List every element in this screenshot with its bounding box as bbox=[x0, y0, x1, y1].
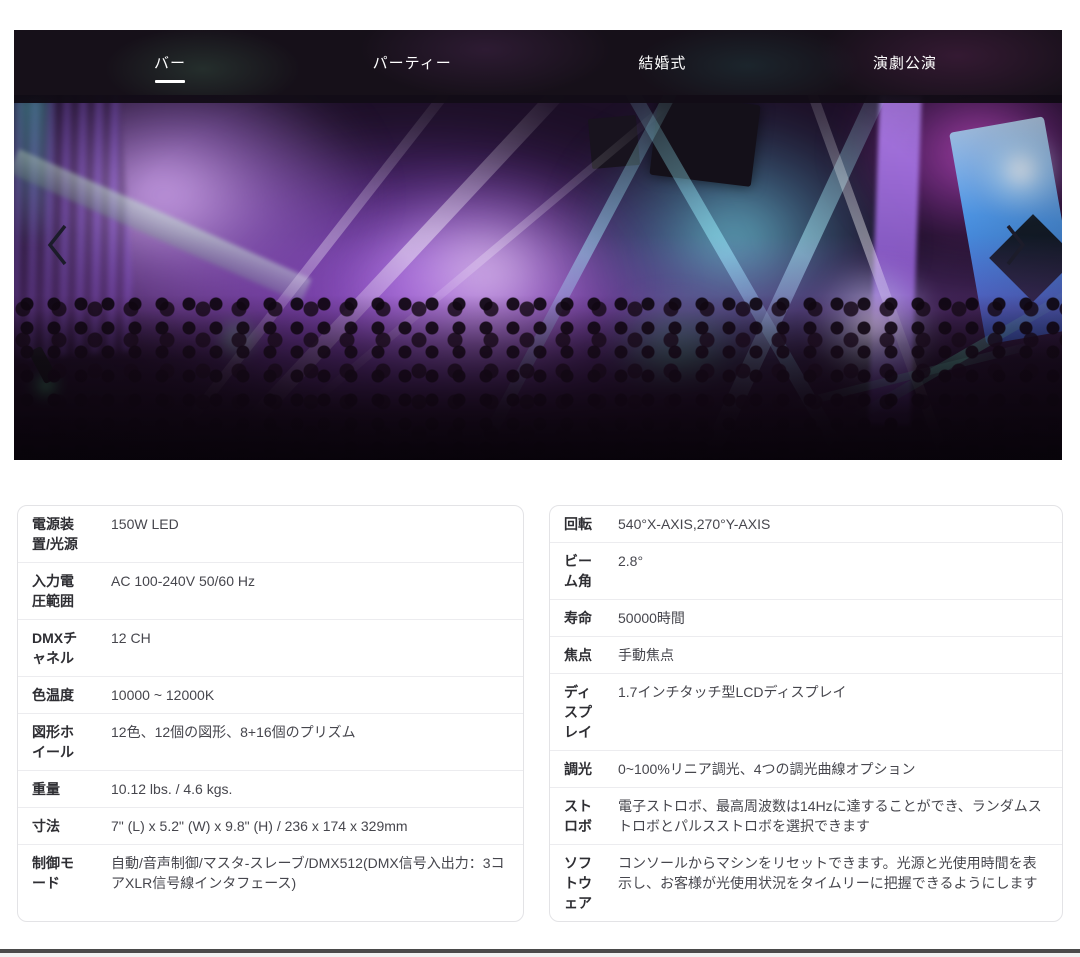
spec-value: 150W LED bbox=[111, 514, 509, 554]
spec-tables: 電源装置/光源 150W LED 入力電圧範囲 AC 100-240V 50/6… bbox=[17, 505, 1063, 922]
spec-value: コンソールからマシンをリセットできます。光源と光使用時間を表示し、お客様が光使用… bbox=[618, 853, 1048, 913]
spec-label: ディスプレイ bbox=[564, 682, 600, 742]
spec-label: 焦点 bbox=[564, 645, 600, 665]
spec-value: 50000時間 bbox=[618, 608, 1048, 628]
page-bottom-divider bbox=[0, 949, 1080, 953]
spec-label: 調光 bbox=[564, 759, 600, 779]
spec-label: 重量 bbox=[32, 779, 84, 799]
spec-value: 12色、12個の図形、8+16個のプリズム bbox=[111, 722, 509, 762]
category-tab-bar: バー パーティー 結婚式 演劇公演 bbox=[14, 30, 1062, 95]
vignette bbox=[14, 95, 1062, 460]
chevron-left-icon bbox=[46, 223, 70, 267]
spec-row-control-mode: 制御モード 自動/音声制御/マスタ-スレーブ/DMX512(DMX信号入出力：3… bbox=[18, 844, 523, 901]
spec-label: 電源装置/光源 bbox=[32, 514, 84, 554]
tab-label: 演劇公演 bbox=[873, 52, 937, 73]
spec-value: 2.8° bbox=[618, 551, 1048, 591]
spec-label: 回転 bbox=[564, 514, 600, 534]
spec-value: 自動/音声制御/マスタ-スレーブ/DMX512(DMX信号入出力：3コアXLR信… bbox=[111, 853, 509, 893]
active-tab-underline bbox=[155, 80, 185, 83]
spec-label: DMXチャネル bbox=[32, 628, 84, 668]
specs-table-left: 電源装置/光源 150W LED 入力電圧範囲 AC 100-240V 50/6… bbox=[17, 505, 524, 922]
chevron-right-icon bbox=[1003, 223, 1027, 267]
tab-label: 結婚式 bbox=[638, 52, 686, 73]
spec-label: 色温度 bbox=[32, 685, 84, 705]
spec-row-dmx-channels: DMXチャネル 12 CH bbox=[18, 619, 523, 676]
spec-value: 10.12 lbs. / 4.6 kgs. bbox=[111, 779, 509, 799]
carousel-prev-button[interactable] bbox=[45, 222, 71, 268]
spec-value: 電子ストロボ、最高周波数は14Hzに達することができ、ランダムストロボとパルスス… bbox=[618, 796, 1048, 836]
tab-party[interactable]: パーティー bbox=[373, 42, 452, 83]
spec-value: 10000 ~ 12000K bbox=[111, 685, 509, 705]
hero-carousel-image bbox=[14, 95, 1062, 460]
spec-value: 1.7インチタッチ型LCDディスプレイ bbox=[618, 682, 1048, 742]
spec-value: 7" (L) x 5.2" (W) x 9.8" (H) / 236 x 174… bbox=[111, 816, 509, 836]
tab-label: バー bbox=[154, 52, 186, 73]
spec-value: 手動焦点 bbox=[618, 645, 1048, 665]
spec-row-gobo-wheel: 図形ホイール 12色、12個の図形、8+16個のプリズム bbox=[18, 713, 523, 770]
spec-row-color-temperature: 色温度 10000 ~ 12000K bbox=[18, 676, 523, 713]
spec-row-weight: 重量 10.12 lbs. / 4.6 kgs. bbox=[18, 770, 523, 807]
spec-row-software: ソフトウェア コンソールからマシンをリセットできます。光源と光使用時間を表示し、… bbox=[550, 844, 1062, 921]
specs-table-right: 回転 540°X-AXIS,270°Y-AXIS ビーム角 2.8° 寿命 50… bbox=[549, 505, 1063, 922]
tab-label: パーティー bbox=[373, 52, 452, 73]
spec-label: ソフトウェア bbox=[564, 853, 600, 913]
tab-wedding[interactable]: 結婚式 bbox=[638, 42, 686, 83]
spec-label: ビーム角 bbox=[564, 551, 600, 591]
spec-row-rotation: 回転 540°X-AXIS,270°Y-AXIS bbox=[550, 506, 1062, 542]
spec-value: 12 CH bbox=[111, 628, 509, 668]
spec-value: AC 100-240V 50/60 Hz bbox=[111, 571, 509, 611]
product-detail-page: バー パーティー 結婚式 演劇公演 bbox=[0, 0, 1080, 957]
spec-row-display: ディスプレイ 1.7インチタッチ型LCDディスプレイ bbox=[550, 673, 1062, 750]
spec-row-dimensions: 寸法 7" (L) x 5.2" (W) x 9.8" (H) / 236 x … bbox=[18, 807, 523, 844]
spec-label: 図形ホイール bbox=[32, 722, 84, 762]
spec-label: 寿命 bbox=[564, 608, 600, 628]
tab-bar-venue[interactable]: バー bbox=[154, 42, 186, 83]
spec-row-focus: 焦点 手動焦点 bbox=[550, 636, 1062, 673]
spec-label: 寸法 bbox=[32, 816, 84, 836]
spec-row-dimming: 調光 0~100%リニア調光、4つの調光曲線オプション bbox=[550, 750, 1062, 787]
spec-row-strobe: ストロボ 電子ストロボ、最高周波数は14Hzに達することができ、ランダムストロボ… bbox=[550, 787, 1062, 844]
spec-row-input-voltage: 入力電圧範囲 AC 100-240V 50/60 Hz bbox=[18, 562, 523, 619]
spec-value: 540°X-AXIS,270°Y-AXIS bbox=[618, 514, 1048, 534]
spec-row-lifespan: 寿命 50000時間 bbox=[550, 599, 1062, 636]
carousel-next-button[interactable] bbox=[1002, 222, 1028, 268]
spec-value: 0~100%リニア調光、4つの調光曲線オプション bbox=[618, 759, 1048, 779]
spec-label: 制御モード bbox=[32, 853, 84, 893]
spec-row-power-source: 電源装置/光源 150W LED bbox=[18, 506, 523, 562]
tab-theater[interactable]: 演劇公演 bbox=[873, 42, 937, 83]
spec-row-beam-angle: ビーム角 2.8° bbox=[550, 542, 1062, 599]
spec-label: ストロボ bbox=[564, 796, 600, 836]
spec-label: 入力電圧範囲 bbox=[32, 571, 84, 611]
